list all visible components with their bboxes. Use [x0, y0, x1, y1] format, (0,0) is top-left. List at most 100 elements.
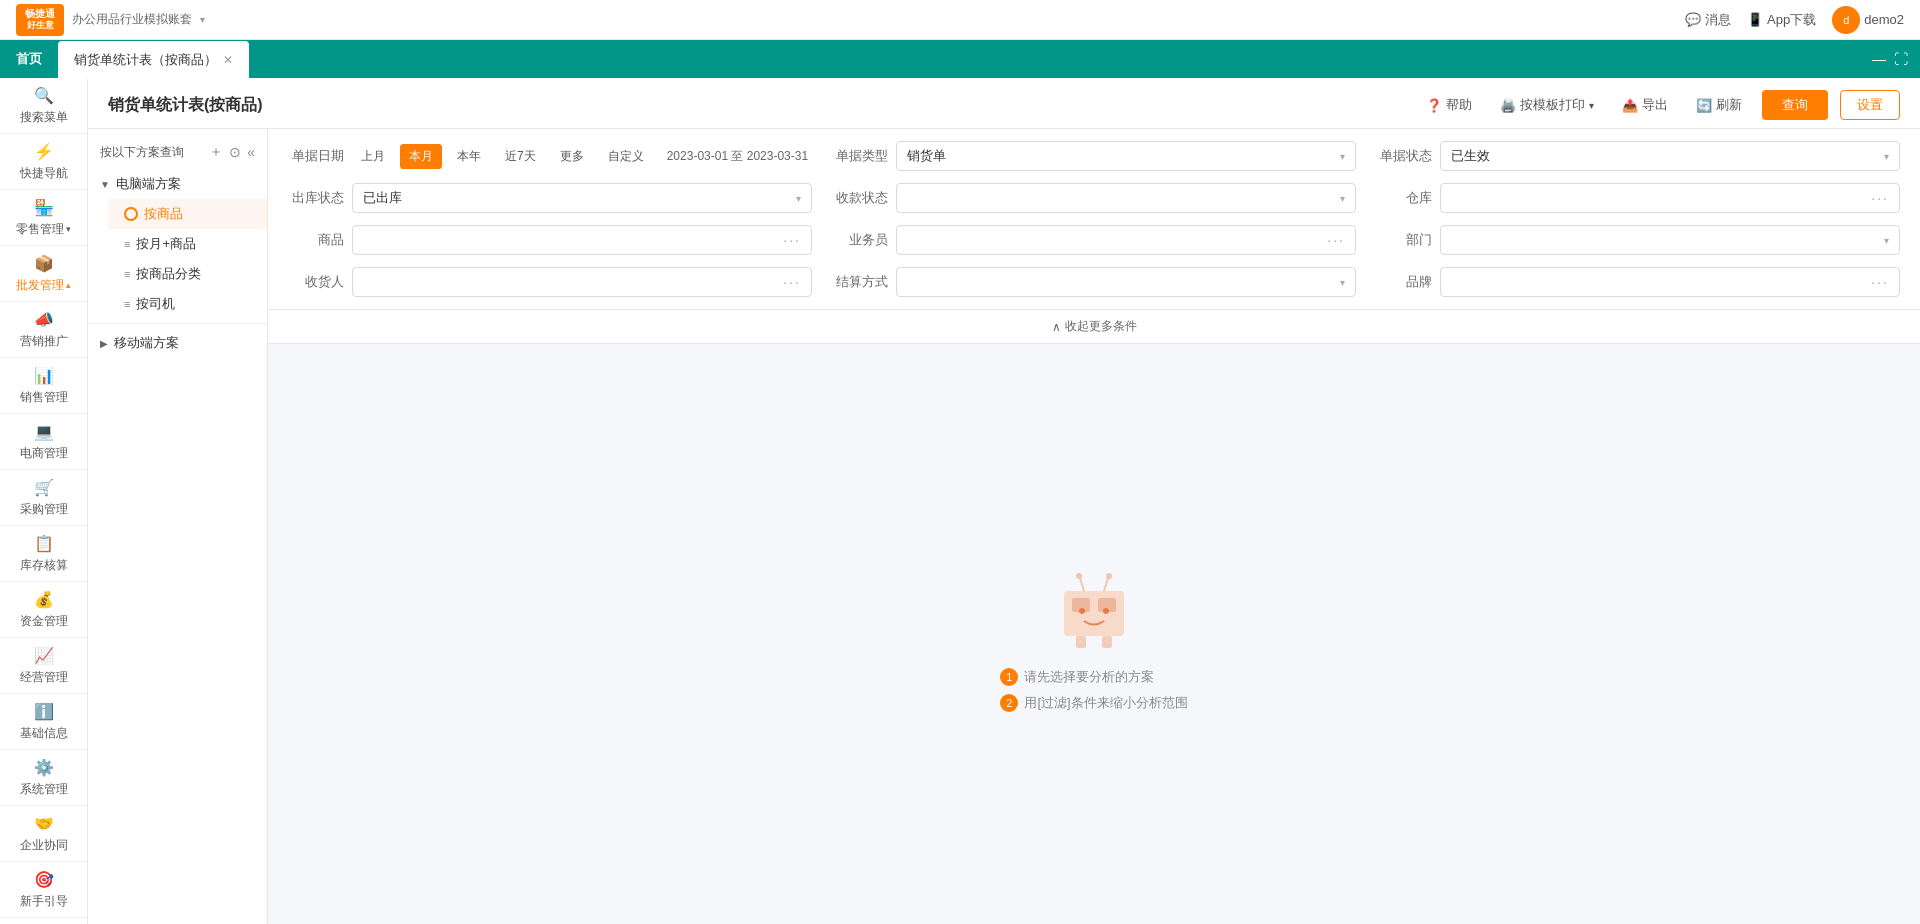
salesman-input[interactable]: ··· — [896, 225, 1356, 255]
sidebar-item-finance[interactable]: 💰 资金管理 — [0, 582, 87, 638]
collapse-btn[interactable]: ∧ 收起更多条件 — [1052, 318, 1137, 335]
sidebar-item-basic[interactable]: ℹ️ 基础信息 — [0, 694, 87, 750]
page-header: 销货单统计表(按商品) ❓ 帮助 🖨️ 按模板打印 ▾ 📤 导出 🔄 刷新 — [88, 78, 1920, 129]
date-btn-custom[interactable]: 自定义 — [599, 144, 653, 169]
doc-status-input[interactable]: 已生效 ▾ — [1440, 141, 1900, 171]
refresh-btn[interactable]: 🔄 刷新 — [1688, 92, 1750, 118]
step-1-badge: 1 — [1000, 668, 1018, 686]
receiver-input[interactable]: ··· — [352, 267, 812, 297]
tab-sales-stats[interactable]: 销货单统计表（按商品） ✕ — [58, 41, 249, 79]
out-status-input[interactable]: 已出库 ▾ — [352, 183, 812, 213]
sidebar-item-purchase[interactable]: 🛒 采购管理 — [0, 470, 87, 526]
top-nav-right: 💬 消息 📱 App下载 d demo2 — [1685, 6, 1904, 34]
date-btn-last-month[interactable]: 上月 — [352, 144, 394, 169]
tab-close-icon[interactable]: ✕ — [223, 53, 233, 67]
content-area: 销货单统计表(按商品) ❓ 帮助 🖨️ 按模板打印 ▾ 📤 导出 🔄 刷新 — [88, 78, 1920, 924]
goods-label: 商品 — [288, 231, 344, 249]
help-btn[interactable]: ❓ 帮助 — [1418, 92, 1480, 118]
filter-row-3: 商品 ··· 业务员 ··· — [288, 225, 1900, 255]
doc-type-input[interactable]: 销货单 ▾ — [896, 141, 1356, 171]
payment-input[interactable]: ▾ — [896, 267, 1356, 297]
page-title: 销货单统计表(按商品) — [108, 95, 263, 116]
warehouse-dots: ··· — [1871, 190, 1889, 206]
settings-button[interactable]: 设置 — [1840, 90, 1900, 120]
avatar: d — [1832, 6, 1860, 34]
filter-field-warehouse: 仓库 ··· — [1376, 183, 1900, 213]
sidebar-item-collab[interactable]: 🤝 企业协同 — [0, 806, 87, 862]
filter-field-goods: 商品 ··· — [288, 225, 812, 255]
tree-expand-icon: ▼ — [100, 179, 110, 190]
payment-arrow: ▾ — [1340, 277, 1345, 288]
sidebar-item-ecommerce[interactable]: 💻 电商管理 — [0, 414, 87, 470]
search-icon: 🔍 — [34, 86, 54, 105]
tree-group-mobile-label: 移动端方案 — [114, 334, 179, 352]
sidebar-item-search[interactable]: 🔍 搜索菜单 — [0, 78, 87, 134]
warehouse-label: 仓库 — [1376, 189, 1432, 207]
query-button[interactable]: 查询 — [1762, 90, 1828, 120]
tree-expand-icon-2: ▶ — [100, 338, 108, 349]
tree-item-by-month-goods[interactable]: ≡ 按月+商品 — [108, 229, 267, 259]
collect-status-input[interactable]: ▾ — [896, 183, 1356, 213]
tab-home[interactable]: 首页 — [0, 40, 58, 78]
filter-field-brand: 品牌 ··· — [1376, 267, 1900, 297]
brand-input[interactable]: ··· — [1440, 267, 1900, 297]
edit-scheme-btn[interactable]: ⊙ — [229, 144, 241, 160]
sidebar-item-system[interactable]: ⚙️ 系统管理 — [0, 750, 87, 806]
warehouse-input[interactable]: ··· — [1440, 183, 1900, 213]
sidebar-item-marketing[interactable]: 📣 营销推广 — [0, 302, 87, 358]
tab-maximize-icon[interactable]: ⛶ — [1894, 51, 1908, 67]
filter-row-2: 出库状态 已出库 ▾ 收款状态 ▾ — [288, 183, 1900, 213]
app-download-icon: 📱 — [1747, 12, 1763, 27]
tree-item-by-goods[interactable]: 按商品 — [108, 199, 267, 229]
collapse-panel-btn[interactable]: « — [247, 144, 255, 160]
doc-status-label: 单据状态 — [1376, 147, 1432, 165]
add-scheme-btn[interactable]: ＋ — [209, 143, 223, 161]
filter-field-payment: 结算方式 ▾ — [832, 267, 1356, 297]
sidebar-item-sales[interactable]: 📊 销售管理 — [0, 358, 87, 414]
tree-item-by-driver[interactable]: ≡ 按司机 — [108, 289, 267, 319]
sidebar-item-apps[interactable]: 🔲 应用中心 — [0, 918, 87, 924]
export-btn[interactable]: 📤 导出 — [1614, 92, 1676, 118]
app-download-btn[interactable]: 📱 App下载 — [1747, 11, 1816, 29]
date-btn-this-year[interactable]: 本年 — [448, 144, 490, 169]
sidebar-item-retail[interactable]: 🏪 零售管理▾ — [0, 190, 87, 246]
wholesale-icon: 📦 — [34, 254, 54, 273]
purchase-icon: 🛒 — [34, 478, 54, 497]
sidebar-item-quicknav[interactable]: ⚡ 快捷导航 — [0, 134, 87, 190]
date-label: 单据日期 — [288, 147, 344, 165]
receiver-label: 收货人 — [288, 273, 344, 291]
sidebar-item-inventory[interactable]: 📋 库存核算 — [0, 526, 87, 582]
system-icon: ⚙️ — [34, 758, 54, 777]
print-arrow-icon: ▾ — [1589, 100, 1594, 111]
template-print-btn[interactable]: 🖨️ 按模板打印 ▾ — [1492, 92, 1602, 118]
inventory-icon: 📋 — [34, 534, 54, 553]
tree-group-pc[interactable]: ▼ 电脑端方案 — [88, 169, 267, 199]
wholesale-arrow: ▴ — [66, 280, 71, 290]
date-btn-more[interactable]: 更多 — [551, 144, 593, 169]
svg-point-4 — [1103, 608, 1109, 614]
brand-dots: ··· — [1871, 274, 1889, 290]
message-icon: 💬 — [1685, 12, 1701, 27]
main-layout: 🔍 搜索菜单 ⚡ 快捷导航 🏪 零售管理▾ 📦 批发管理▴ 📣 营销推广 📊 销… — [0, 78, 1920, 924]
tree-group-mobile[interactable]: ▶ 移动端方案 — [88, 328, 267, 358]
date-btn-this-month[interactable]: 本月 — [400, 144, 442, 169]
filter-field-salesman: 业务员 ··· — [832, 225, 1356, 255]
user-menu[interactable]: d demo2 — [1832, 6, 1904, 34]
industry-arrow[interactable]: ▾ — [200, 14, 205, 25]
sidebar-item-management[interactable]: 📈 经营管理 — [0, 638, 87, 694]
goods-input[interactable]: ··· — [352, 225, 812, 255]
tree-selected-icon — [124, 207, 138, 221]
sidebar-item-wholesale[interactable]: 📦 批发管理▴ — [0, 246, 87, 302]
message-btn[interactable]: 💬 消息 — [1685, 11, 1731, 29]
left-panel-header: 按以下方案查询 ＋ ⊙ « — [88, 139, 267, 169]
empty-step-2: 2 用[过滤]条件来缩小分析范围 — [1000, 694, 1187, 712]
quicknav-icon: ⚡ — [34, 142, 54, 161]
tab-minimize-icon[interactable]: — — [1872, 51, 1886, 67]
scheme-tree: ▼ 电脑端方案 按商品 ≡ 按月+商品 — [88, 169, 267, 358]
tree-item-by-category[interactable]: ≡ 按商品分类 — [108, 259, 267, 289]
sidebar-item-guide[interactable]: 🎯 新手引导 — [0, 862, 87, 918]
empty-text-block: 1 请先选择要分析的方案 2 用[过滤]条件来缩小分析范围 — [1000, 668, 1187, 712]
sidebar: 🔍 搜索菜单 ⚡ 快捷导航 🏪 零售管理▾ 📦 批发管理▴ 📣 营销推广 📊 销… — [0, 78, 88, 924]
date-btn-7days[interactable]: 近7天 — [496, 144, 545, 169]
dept-input[interactable]: ▾ — [1440, 225, 1900, 255]
